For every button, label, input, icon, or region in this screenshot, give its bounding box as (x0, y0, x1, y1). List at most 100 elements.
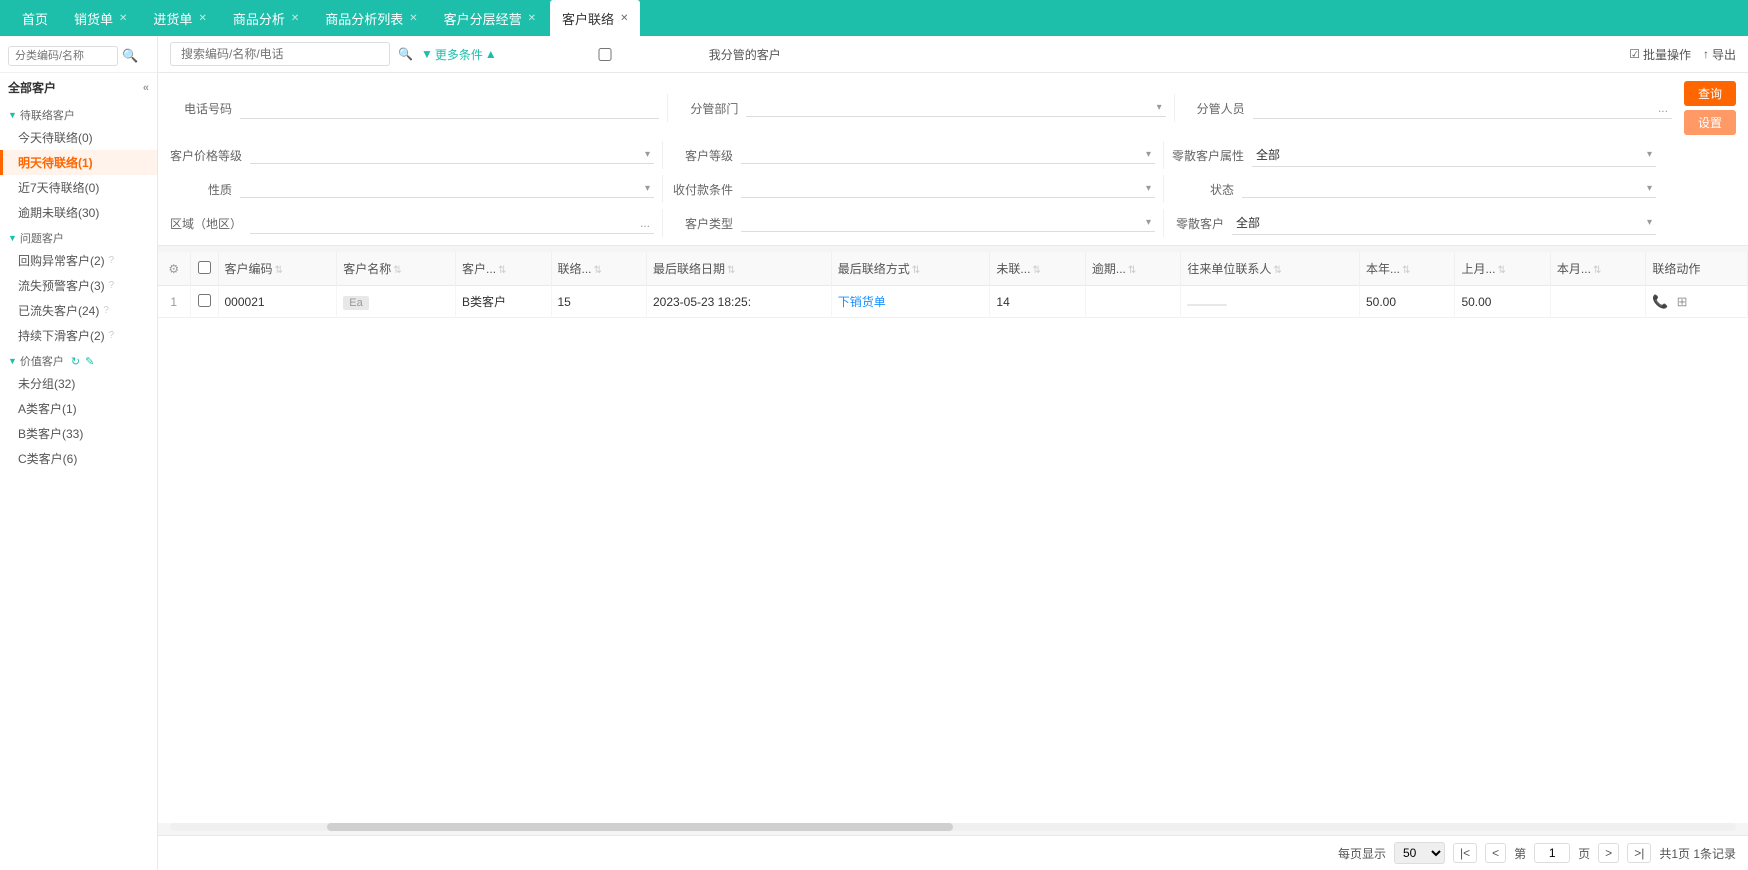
filter-actions: 查询 设置 (1684, 81, 1736, 135)
filter-area-dots[interactable]: ... (640, 216, 650, 230)
nav-customer-contact-close[interactable]: ✕ (620, 13, 628, 24)
sidebar-item-class-b[interactable]: B类客户(33) (0, 421, 157, 446)
sidebar-item-overdue[interactable]: 逾期未联络(30) (0, 200, 157, 225)
filter-phone-input[interactable] (240, 98, 659, 119)
filter-gender-select[interactable]: ▾ (240, 180, 654, 198)
sidebar-search-icon[interactable]: 🔍 (122, 48, 138, 64)
page-input[interactable] (1534, 843, 1570, 863)
row-last-method-link[interactable]: 下销货单 (838, 295, 886, 309)
search-icon[interactable]: 🔍 (398, 47, 413, 61)
col-name: 客户名称⇅ (337, 252, 456, 286)
sidebar-item-declining[interactable]: 持续下滑客户(2) ? (0, 323, 157, 348)
filter-customer-type-select[interactable]: ▾ (741, 214, 1155, 232)
first-page-button[interactable]: |< (1453, 843, 1477, 863)
nav-goods-analysis[interactable]: 商品分析 ✕ (221, 0, 311, 36)
nav-goods-analysis-list-close[interactable]: ✕ (409, 13, 417, 24)
row-action-phone-icon[interactable]: 📞 (1652, 294, 1668, 310)
sort-last-month-icon[interactable]: ⇅ (1497, 265, 1505, 276)
filter-price-level-select[interactable]: ▾ (250, 146, 654, 164)
row-checkbox[interactable] (198, 294, 211, 307)
sidebar-item-week[interactable]: 近7天待联络(0) (0, 175, 157, 200)
sidebar-item-churned[interactable]: 已流失客户(24) ? (0, 298, 157, 323)
next-page-button[interactable]: > (1598, 843, 1619, 863)
nav-goods-analysis-close[interactable]: ✕ (291, 13, 299, 24)
nav-purchase-label: 进货单 (153, 9, 192, 28)
sort-this-year-icon[interactable]: ⇅ (1402, 265, 1410, 276)
sidebar-collapse-icon[interactable]: « (143, 82, 149, 94)
value-edit-icon[interactable]: ✎ (85, 355, 94, 368)
nav-goods-analysis-list[interactable]: 商品分析列表 ✕ (313, 0, 429, 36)
sort-code-icon[interactable]: ⇅ (275, 265, 283, 276)
nav-purchase[interactable]: 进货单 ✕ (141, 0, 218, 36)
filter-retail-customer-cell: 零散客户 全部 ▾ (1172, 211, 1656, 235)
sort-name-icon[interactable]: ⇅ (393, 265, 401, 276)
row-checkbox-cell[interactable] (190, 286, 218, 318)
filter-payment-select[interactable]: ▾ (741, 180, 1155, 198)
sort-type-icon[interactable]: ⇅ (498, 265, 506, 276)
filter-customer-level-select[interactable]: ▾ (741, 146, 1155, 164)
nav-sales[interactable]: 销货单 ✕ (62, 0, 139, 36)
settings-button[interactable]: 设置 (1684, 110, 1736, 135)
nav-customer-tier[interactable]: 客户分层经营 ✕ (432, 0, 548, 36)
sort-no-contact-icon[interactable]: ⇅ (1032, 265, 1040, 276)
data-table-container: ⚙ 客户编码⇅ 客户名称⇅ 客户...⇅ 联络...⇅ 最后联络日期⇅ 最后联络… (158, 252, 1748, 823)
filter-customer-level-cell: 客户等级 ▾ (671, 146, 1155, 164)
query-button[interactable]: 查询 (1684, 81, 1736, 106)
filter-person-dots[interactable]: ... (1658, 101, 1668, 115)
batch-op-button[interactable]: ☑ 批量操作 (1629, 46, 1691, 63)
col-checkbox[interactable] (190, 252, 218, 286)
table-footer: 每页显示 50 100 200 |< < 第 页 > >| 共1页 1条记录 (158, 835, 1748, 870)
row-action-icons: 📞 ⊞ (1652, 294, 1741, 310)
col-settings[interactable]: ⚙ (158, 252, 190, 286)
my-customers-checkbox[interactable] (505, 48, 705, 61)
more-filters-button[interactable]: ▼ 更多条件 ▲ (421, 46, 497, 63)
filter-panel: 电话号码 分管部门 ▾ 分管人员 ... (158, 73, 1748, 246)
sort-last-method-icon[interactable]: ⇅ (912, 265, 920, 276)
sort-this-month-icon[interactable]: ⇅ (1593, 265, 1601, 276)
filter-row-2: 客户价格等级 ▾ 客户等级 ▾ 零散客户属性 (170, 141, 1736, 169)
row-action-grid-icon[interactable]: ⊞ (1677, 294, 1688, 310)
sort-overdue-icon[interactable]: ⇅ (1128, 265, 1136, 276)
scrollbar-thumb[interactable] (327, 823, 953, 831)
row-actions: 📞 ⊞ (1646, 286, 1748, 318)
col-last-month: 上月...⇅ (1455, 252, 1550, 286)
per-page-select[interactable]: 50 100 200 (1394, 842, 1445, 864)
sidebar-item-churn-warn[interactable]: 流失预警客户(3) ? (0, 273, 157, 298)
sort-company-contact-icon[interactable]: ⇅ (1273, 265, 1281, 276)
filter-retail-customer-select[interactable]: 全部 ▾ (1232, 211, 1656, 235)
filter-payment-caret: ▾ (1146, 183, 1151, 194)
nav-sales-close[interactable]: ✕ (119, 13, 127, 24)
filter-retail-attr-select[interactable]: 全部 ▾ (1252, 143, 1656, 167)
sidebar-all-customers[interactable]: 全部客户 « (0, 73, 157, 102)
filter-dept-select[interactable]: ▾ (746, 99, 1165, 117)
nav-customer-contact-label: 客户联络 (562, 9, 614, 28)
filter-status-select[interactable]: ▾ (1242, 180, 1656, 198)
row-last-method[interactable]: 下销货单 (831, 286, 990, 318)
export-button[interactable]: ↑ 导出 (1703, 46, 1736, 63)
filter-retail-customer-label: 零散客户 (1172, 215, 1232, 232)
main-layout: 🔍 全部客户 « ▼ 待联络客户 今天待联络(0) 明天待联络(1) 近7天待联… (0, 36, 1748, 870)
sidebar-item-tomorrow[interactable]: 明天待联络(1) (0, 150, 157, 175)
value-refresh-icon[interactable]: ↻ (71, 355, 80, 368)
sidebar-item-class-a[interactable]: A类客户(1) (0, 396, 157, 421)
sidebar-item-class-c[interactable]: C类客户(6) (0, 446, 157, 471)
horizontal-scrollbar[interactable] (170, 823, 1736, 831)
nav-customer-tier-close[interactable]: ✕ (528, 13, 536, 24)
filter-person-select[interactable]: ... (1253, 98, 1672, 119)
sidebar-item-today[interactable]: 今天待联络(0) (0, 125, 157, 150)
my-customers-checkbox-label[interactable]: 我分管的客户 (505, 46, 781, 63)
sort-contact-count-icon[interactable]: ⇅ (594, 265, 602, 276)
last-page-button[interactable]: >| (1627, 843, 1651, 863)
select-all-checkbox[interactable] (198, 261, 211, 274)
nav-purchase-close[interactable]: ✕ (198, 13, 206, 24)
prev-page-button[interactable]: < (1485, 843, 1506, 863)
sidebar-item-ungrouped[interactable]: 未分组(32) (0, 371, 157, 396)
sort-last-date-icon[interactable]: ⇅ (727, 265, 735, 276)
nav-customer-contact[interactable]: 客户联络 ✕ (550, 0, 640, 36)
search-input[interactable] (170, 42, 390, 66)
sidebar-item-rebuy[interactable]: 回购异常客户(2) ? (0, 248, 157, 273)
nav-home[interactable]: 首页 (10, 0, 60, 36)
nav-goods-analysis-label: 商品分析 (233, 9, 285, 28)
filter-area-select[interactable]: ... (250, 213, 654, 234)
sidebar-search-input[interactable] (8, 46, 118, 66)
